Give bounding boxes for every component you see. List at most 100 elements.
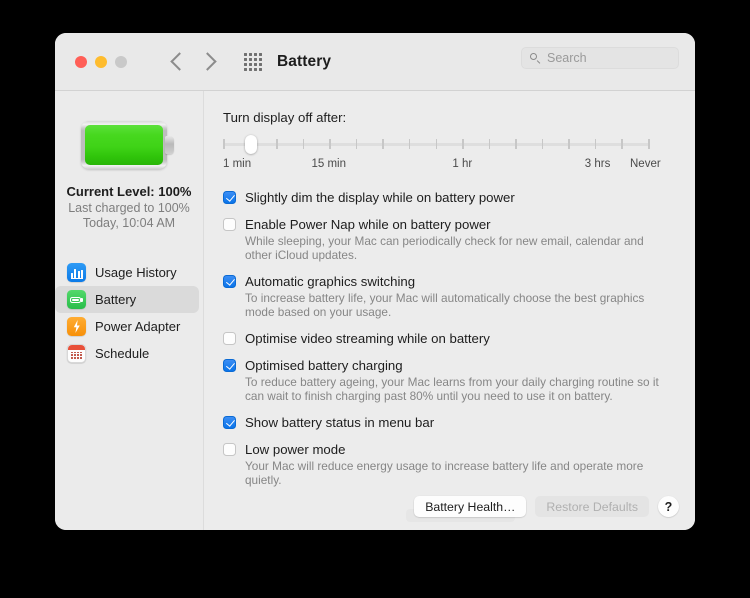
battery-options-list: Slightly dim the display while on batter… bbox=[204, 190, 695, 487]
battery-icon bbox=[67, 290, 86, 309]
chart-bars-icon bbox=[67, 263, 86, 282]
charge-time-text: Today, 10:04 AM bbox=[82, 216, 176, 230]
slider-tick bbox=[462, 139, 464, 149]
bolt-glyph bbox=[73, 320, 80, 333]
bolt-icon bbox=[67, 317, 86, 336]
battery-level-info: Current Level: 100% Last charged to 100%… bbox=[55, 184, 203, 230]
grid-dot bbox=[259, 57, 262, 61]
window-toolbar: Battery Search bbox=[55, 33, 695, 91]
option-label: Optimise video streaming while on batter… bbox=[245, 331, 490, 346]
battery-graphic bbox=[81, 121, 177, 169]
sidebar-item-schedule[interactable]: Schedule bbox=[55, 340, 199, 367]
checkbox-dim-display[interactable] bbox=[223, 191, 236, 204]
slider-tick bbox=[223, 139, 225, 149]
last-charged-text: Last charged to 100% bbox=[68, 201, 190, 215]
window-body: Current Level: 100% Last charged to 100%… bbox=[55, 91, 695, 530]
show-all-grid-icon[interactable] bbox=[244, 52, 262, 71]
back-chevron-icon[interactable] bbox=[170, 52, 189, 71]
grid-dot bbox=[244, 67, 247, 71]
minimize-button[interactable] bbox=[95, 55, 107, 68]
checkbox-optimise-video[interactable] bbox=[223, 332, 236, 345]
slider-tick-label: 1 min bbox=[223, 158, 252, 170]
grid-dot bbox=[244, 52, 247, 56]
checkbox-low-power-mode[interactable] bbox=[223, 443, 236, 456]
battery-icon-terminal bbox=[81, 298, 83, 302]
forward-chevron-icon[interactable] bbox=[198, 52, 217, 71]
slider-tick bbox=[408, 139, 411, 149]
battery-health-button[interactable]: Battery Health… bbox=[414, 496, 527, 517]
grid-dot bbox=[254, 62, 257, 66]
slider-tick-label: Never bbox=[630, 158, 661, 170]
main-content: Turn display off after: 1 min 15 min 1 hr 3… bbox=[204, 91, 695, 530]
restore-defaults-button[interactable]: Restore Defaults bbox=[535, 496, 649, 517]
system-preferences-window: Battery Search Current Level: 100% Last … bbox=[55, 33, 695, 530]
battery-terminal bbox=[165, 136, 174, 154]
option-label: Show battery status in menu bar bbox=[245, 415, 435, 430]
display-sleep-label: Turn display off after: bbox=[223, 110, 347, 125]
option-row-optimise-video[interactable]: Optimise video streaming while on batter… bbox=[223, 331, 695, 346]
calendar-days bbox=[71, 351, 82, 360]
display-sleep-section: Turn display off after: 1 min 15 min 1 hr 3… bbox=[204, 91, 695, 174]
option-row-low-power-mode[interactable]: Low power mode bbox=[223, 442, 695, 457]
battery-shell bbox=[81, 121, 167, 169]
grid-dot bbox=[249, 62, 252, 66]
checkbox-power-nap[interactable] bbox=[223, 218, 236, 231]
current-level-text: Current Level: 100% bbox=[66, 184, 192, 199]
help-button[interactable]: ? bbox=[658, 496, 679, 517]
sidebar-item-battery[interactable]: Battery bbox=[55, 286, 199, 313]
option-description: Your Mac will reduce energy usage to inc… bbox=[245, 459, 644, 487]
slider-tick bbox=[515, 139, 517, 149]
option-label: Enable Power Nap while on battery power bbox=[245, 217, 491, 232]
option-description: To increase battery life, your Mac will … bbox=[245, 291, 645, 319]
sidebar-item-power-adapter[interactable]: Power Adapter bbox=[55, 313, 199, 340]
slider-tick-label: 15 min bbox=[311, 158, 346, 170]
slider-tick-label: 3 hrs bbox=[584, 158, 611, 170]
sidebar-item-usage-history[interactable]: Usage History bbox=[55, 259, 199, 286]
slider-tick bbox=[355, 139, 358, 149]
checkbox-graphics-switching[interactable] bbox=[223, 275, 236, 288]
slider-tick bbox=[568, 139, 570, 149]
grid-dot bbox=[249, 52, 252, 56]
slider-tick bbox=[329, 139, 331, 149]
grid-dot bbox=[249, 57, 252, 61]
grid-dot bbox=[254, 52, 257, 56]
battery-fill bbox=[85, 125, 163, 165]
calendar-header bbox=[68, 345, 85, 350]
option-row-power-nap[interactable]: Enable Power Nap while on battery power bbox=[223, 217, 695, 232]
grid-dot bbox=[254, 67, 257, 71]
option-row-menu-bar-status[interactable]: Show battery status in menu bar bbox=[223, 415, 695, 430]
search-input[interactable]: Search bbox=[521, 47, 679, 69]
grid-dot bbox=[249, 67, 252, 71]
grid-dot bbox=[244, 62, 247, 66]
option-label: Low power mode bbox=[245, 442, 346, 457]
option-label: Automatic graphics switching bbox=[245, 274, 416, 289]
bottom-button-bar: Battery Health… Restore Defaults ? bbox=[414, 496, 679, 517]
grid-dot bbox=[259, 52, 262, 56]
sidebar-nav-list: Usage History Battery Power Adapter Sche… bbox=[55, 259, 203, 367]
zoom-button[interactable] bbox=[115, 55, 127, 68]
option-label: Slightly dim the display while on batter… bbox=[245, 190, 515, 205]
sidebar-item-label: Power Adapter bbox=[95, 319, 181, 334]
slider-tick bbox=[541, 139, 544, 149]
option-row-graphics-switching[interactable]: Automatic graphics switching bbox=[223, 274, 695, 289]
slider-tick bbox=[435, 139, 437, 149]
option-label: Optimised battery charging bbox=[245, 358, 403, 373]
chart-bars-glyph bbox=[70, 268, 84, 278]
grid-dot bbox=[254, 57, 257, 61]
search-icon bbox=[530, 52, 541, 64]
display-sleep-slider[interactable] bbox=[223, 135, 650, 154]
slider-tick bbox=[276, 139, 278, 149]
slider-tick bbox=[648, 139, 650, 149]
search-placeholder: Search bbox=[547, 51, 587, 65]
close-button[interactable] bbox=[75, 55, 87, 68]
checkbox-optimised-charging[interactable] bbox=[223, 359, 236, 372]
option-row-optimised-charging[interactable]: Optimised battery charging bbox=[223, 358, 695, 373]
slider-tick-labels: 1 min 15 min 1 hr 3 hrs Never bbox=[223, 158, 663, 174]
checkbox-menu-bar-status[interactable] bbox=[223, 416, 236, 429]
slider-tick bbox=[382, 139, 384, 149]
slider-tick bbox=[594, 139, 597, 149]
grid-dot bbox=[259, 62, 262, 66]
slider-thumb[interactable] bbox=[244, 135, 257, 154]
option-row-dim-display[interactable]: Slightly dim the display while on batter… bbox=[223, 190, 695, 205]
grid-dot bbox=[244, 57, 247, 61]
